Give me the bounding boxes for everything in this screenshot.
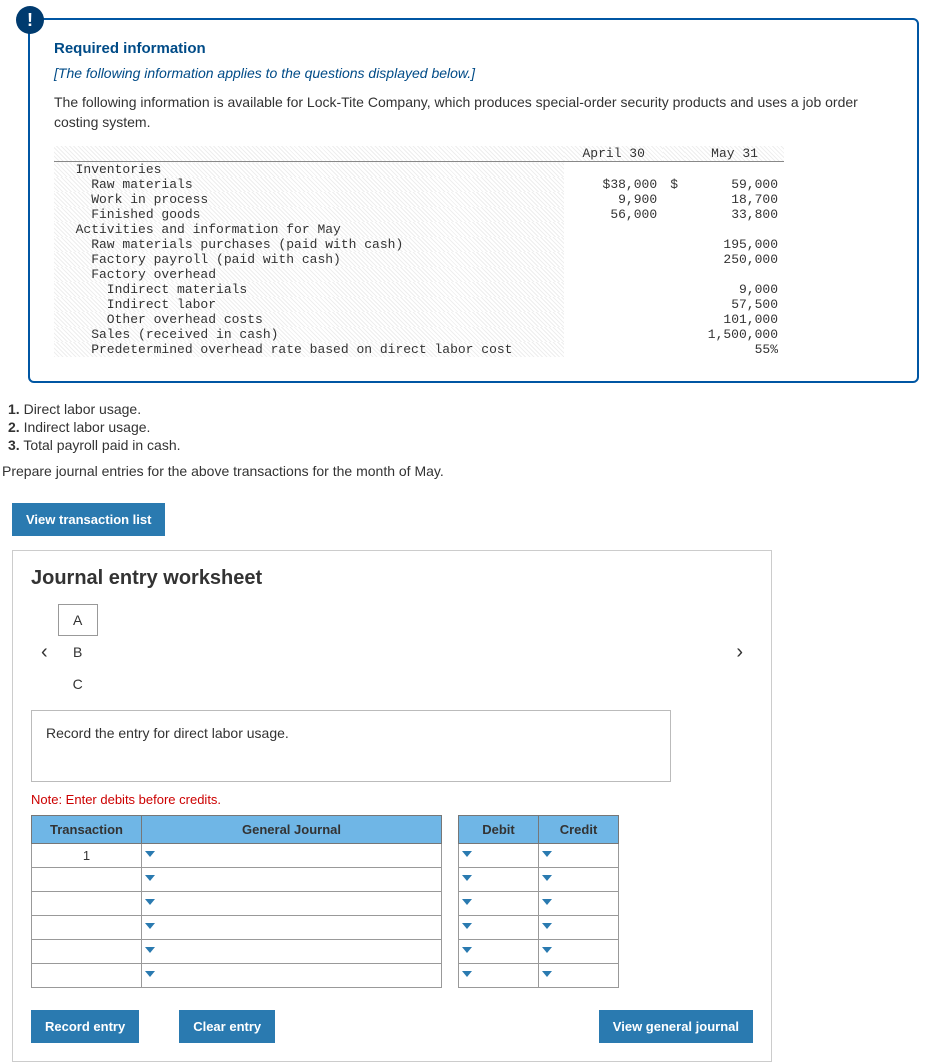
- required-info-heading: Required information: [54, 40, 893, 57]
- info-applies-note: [The following information applies to th…: [54, 65, 893, 81]
- table-row-label: Activities and information for May: [54, 222, 564, 237]
- journal-entry-worksheet: Journal entry worksheet ‹ ABC › Record t…: [12, 550, 772, 1062]
- list-item: 2. Indirect labor usage.: [8, 419, 937, 435]
- credit-input[interactable]: [539, 844, 619, 868]
- col-debit: Debit: [459, 816, 539, 844]
- table-row-label: Sales (received in cash): [54, 327, 564, 342]
- account-select[interactable]: [142, 940, 442, 964]
- table-row-label: Other overhead costs: [54, 312, 564, 327]
- table-row-label: Work in process: [54, 192, 564, 207]
- debit-input[interactable]: [459, 868, 539, 892]
- inventory-table: April 30 May 31 Inventories Raw material…: [54, 146, 784, 357]
- debit-input[interactable]: [459, 844, 539, 868]
- account-select[interactable]: [142, 964, 442, 988]
- table-row-label: Raw materials: [54, 177, 564, 192]
- col-credit: Credit: [539, 816, 619, 844]
- account-select[interactable]: [142, 892, 442, 916]
- col-may31: May 31: [685, 146, 784, 162]
- credit-input[interactable]: [539, 892, 619, 916]
- chevron-left-icon[interactable]: ‹: [31, 641, 58, 664]
- prepare-instruction: Prepare journal entries for the above tr…: [2, 463, 937, 479]
- alert-badge-icon: !: [16, 6, 44, 34]
- col-april30: April 30: [564, 146, 663, 162]
- debits-before-credits-note: Note: Enter debits before credits.: [31, 792, 753, 807]
- debit-input[interactable]: [459, 916, 539, 940]
- table-row-label: Predetermined overhead rate based on dir…: [54, 342, 564, 357]
- tab-b[interactable]: B: [58, 636, 98, 668]
- clear-entry-button[interactable]: Clear entry: [179, 1010, 275, 1043]
- tab-c[interactable]: C: [58, 668, 98, 700]
- credit-input[interactable]: [539, 964, 619, 988]
- credit-input[interactable]: [539, 868, 619, 892]
- table-row-label: Finished goods: [54, 207, 564, 222]
- col-transaction: Transaction: [32, 816, 142, 844]
- required-info-panel: ! Required information [The following in…: [28, 18, 919, 383]
- chevron-right-icon[interactable]: ›: [726, 641, 753, 664]
- credit-input[interactable]: [539, 916, 619, 940]
- col-general-journal: General Journal: [142, 816, 442, 844]
- entry-instruction: Record the entry for direct labor usage.: [31, 710, 671, 782]
- view-general-journal-button[interactable]: View general journal: [599, 1010, 753, 1043]
- account-select[interactable]: [142, 844, 442, 868]
- account-select[interactable]: [142, 868, 442, 892]
- table-row-label: Indirect materials: [54, 282, 564, 297]
- credit-input[interactable]: [539, 940, 619, 964]
- table-row-label: Factory payroll (paid with cash): [54, 252, 564, 267]
- question-list: 1. Direct labor usage. 2. Indirect labor …: [8, 401, 937, 453]
- info-body: The following information is available f…: [54, 93, 893, 132]
- worksheet-tabs: ‹ ABC ›: [31, 604, 753, 700]
- list-item: 3. Total payroll paid in cash.: [8, 437, 937, 453]
- record-entry-button[interactable]: Record entry: [31, 1010, 139, 1043]
- worksheet-title: Journal entry worksheet: [31, 567, 753, 590]
- view-transaction-list-button[interactable]: View transaction list: [12, 503, 165, 536]
- account-select[interactable]: [142, 916, 442, 940]
- table-row-label: Factory overhead: [54, 267, 564, 282]
- table-row-label: Raw materials purchases (paid with cash): [54, 237, 564, 252]
- debit-input[interactable]: [459, 892, 539, 916]
- debit-input[interactable]: [459, 940, 539, 964]
- table-row-label: Indirect labor: [54, 297, 564, 312]
- journal-entry-table: Transaction General Journal Debit Credit…: [31, 815, 619, 988]
- debit-input[interactable]: [459, 964, 539, 988]
- table-row-label: Inventories: [54, 162, 564, 178]
- transaction-number-cell: 1: [32, 844, 142, 868]
- list-item: 1. Direct labor usage.: [8, 401, 937, 417]
- tab-a[interactable]: A: [58, 604, 98, 636]
